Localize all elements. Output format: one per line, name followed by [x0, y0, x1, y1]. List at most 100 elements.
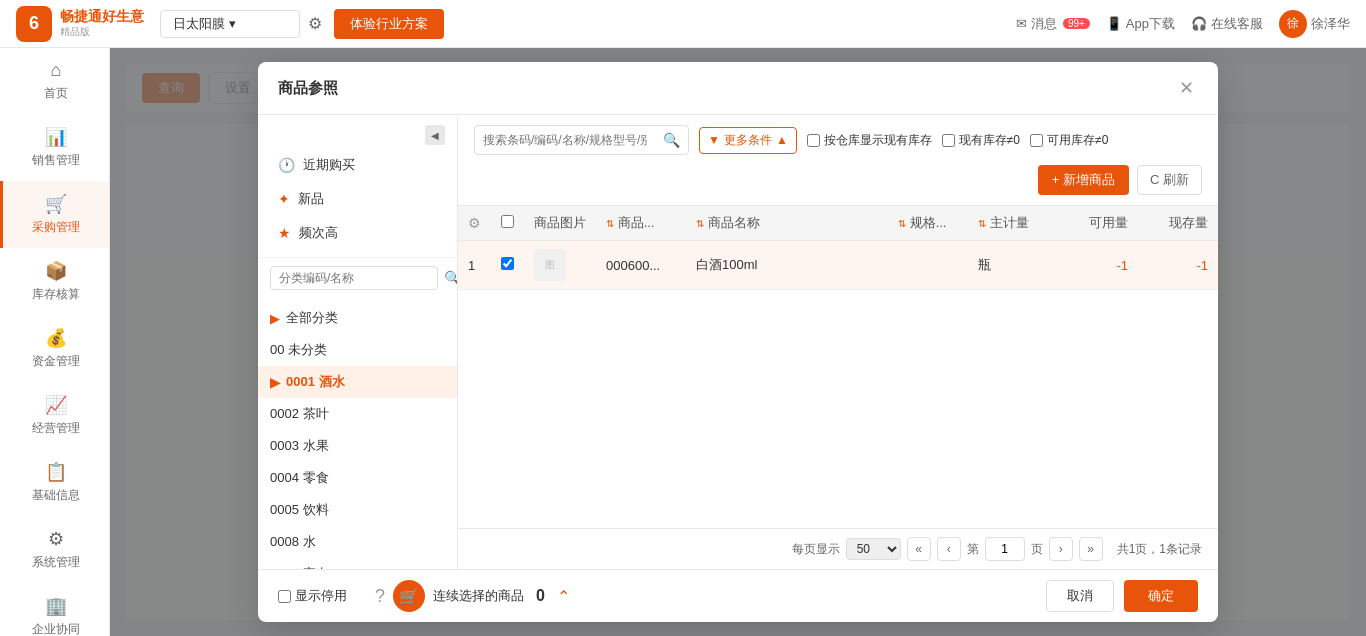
has-stock-checkbox[interactable]: [942, 134, 955, 147]
page-suffix: 页: [1031, 541, 1043, 558]
modal-title: 商品参照: [278, 79, 338, 98]
shopping-cart-icon: 🛒: [399, 587, 419, 606]
sidebar-item-basic[interactable]: 📋 基础信息: [0, 449, 109, 516]
product-search-box[interactable]: 🔍: [474, 125, 689, 155]
confirm-button[interactable]: 确定: [1124, 580, 1198, 612]
row-stock-cell: -1: [1138, 241, 1218, 290]
sidebar-item-purchase[interactable]: 🛒 采购管理: [0, 181, 109, 248]
row-check-cell[interactable]: [491, 241, 524, 290]
logo-area: 6 畅捷通好生意 精品版: [16, 6, 144, 42]
gear-icon[interactable]: ⚙: [308, 14, 322, 33]
help-icon[interactable]: ?: [375, 586, 385, 607]
mobile-icon: 📱: [1106, 16, 1122, 31]
cat-0004[interactable]: 0004 零食: [258, 462, 457, 494]
cart-icon-wrap[interactable]: 🛒: [393, 580, 425, 612]
modal-toolbar: 🔍 ▼ 更多条件 ▲ 按仓库显示现有库存: [458, 115, 1218, 206]
category-list: ▶ 全部分类 00 未分类 ▶ 0001 酒水 0002 茶: [258, 298, 457, 569]
quick-recent[interactable]: 🕐 近期购买: [270, 151, 445, 179]
row-spec-cell: [888, 241, 968, 290]
logo-sub: 精品版: [60, 25, 144, 39]
cat-00-label: 00 未分类: [270, 341, 327, 359]
sidebar-item-operation[interactable]: 📈 经营管理: [0, 382, 109, 449]
warehouse-checkbox[interactable]: [807, 134, 820, 147]
cancel-button[interactable]: 取消: [1046, 580, 1114, 612]
sort-name-icon: ⇅: [696, 218, 704, 229]
prev-page-button[interactable]: ‹: [937, 537, 961, 561]
col-gear: ⚙: [458, 206, 491, 241]
app-download-item[interactable]: 📱 App下载: [1106, 15, 1175, 33]
cat-00[interactable]: 00 未分类: [258, 334, 457, 366]
sidebar-item-system[interactable]: ⚙ 系统管理: [0, 516, 109, 583]
product-search-button[interactable]: 🔍: [655, 132, 688, 148]
refresh-button[interactable]: C 刷新: [1137, 165, 1202, 195]
sort-spec-icon: ⇅: [898, 218, 906, 229]
category-search-icon[interactable]: 🔍: [444, 270, 458, 286]
stock-value: -1: [1196, 258, 1208, 273]
product-search-input[interactable]: [475, 133, 655, 147]
cat-0002[interactable]: 0002 茶叶: [258, 398, 457, 430]
trial-button[interactable]: 体验行业方案: [334, 9, 444, 39]
cat-all[interactable]: ▶ 全部分类: [258, 302, 457, 334]
online-service-item[interactable]: 🎧 在线客服: [1191, 15, 1263, 33]
cat-0002-label: 0002 茶叶: [270, 405, 329, 423]
product-thumbnail: 图: [534, 249, 566, 281]
sidebar-label-inventory: 库存核算: [32, 286, 80, 303]
col-name-header[interactable]: ⇅ 商品名称: [686, 206, 888, 241]
checkbox-can-use[interactable]: 可用库存≠0: [1030, 132, 1108, 149]
col-unit-header[interactable]: ⇅ 主计量: [968, 206, 1048, 241]
sidebar-item-inventory[interactable]: 📦 库存核算: [0, 248, 109, 315]
table-row[interactable]: 1 图 000600...: [458, 241, 1218, 290]
quick-new[interactable]: ✦ 新品: [270, 185, 445, 213]
page-number-input[interactable]: [985, 537, 1025, 561]
user-avatar-item[interactable]: 徐 徐泽华: [1279, 10, 1350, 38]
filter-label: 更多条件: [724, 132, 772, 149]
nav-dropdown-label: 日太阳膜: [173, 15, 225, 33]
cat-0003-label: 0003 水果: [270, 437, 329, 455]
show-disabled-label[interactable]: 显示停用: [278, 587, 347, 605]
has-stock-label: 现有库存≠0: [959, 132, 1020, 149]
cart-count: 0: [536, 587, 545, 605]
col-stock-header: 现存量: [1138, 206, 1218, 241]
sidebar-item-enterprise[interactable]: 🏢 企业协同: [0, 583, 109, 636]
sidebar-item-home[interactable]: ⌂ 首页: [0, 48, 109, 114]
quick-frequent-label: 频次高: [299, 224, 338, 242]
quick-recent-label: 近期购买: [303, 156, 355, 174]
cat-0003[interactable]: 0003 水果: [258, 430, 457, 462]
next-page-button[interactable]: ›: [1049, 537, 1073, 561]
row-name-cell: 白酒100ml: [686, 241, 888, 290]
chevron-down-icon: ▾: [229, 16, 236, 31]
quick-frequent[interactable]: ★ 频次高: [270, 219, 445, 247]
add-product-button[interactable]: + 新增商品: [1038, 165, 1129, 195]
sidebar-item-sales[interactable]: 📊 销售管理: [0, 114, 109, 181]
cat-0010[interactable]: 0010 家电: [258, 558, 457, 569]
sort-unit-icon: ⇅: [978, 218, 986, 229]
cat-0005[interactable]: 0005 饮料: [258, 494, 457, 526]
avatar: 徐: [1279, 10, 1307, 38]
filter-button[interactable]: ▼ 更多条件 ▲: [699, 127, 797, 154]
checkbox-by-warehouse[interactable]: 按仓库显示现有库存: [807, 132, 932, 149]
row-checkbox[interactable]: [501, 257, 514, 270]
show-disabled-checkbox[interactable]: [278, 590, 291, 603]
select-all-checkbox[interactable]: [501, 215, 514, 228]
col-spec-header[interactable]: ⇅ 规格...: [888, 206, 968, 241]
nav-dropdown[interactable]: 日太阳膜 ▾: [160, 10, 300, 38]
sidebar-label-sales: 销售管理: [32, 152, 80, 169]
first-page-button[interactable]: «: [907, 537, 931, 561]
per-page-select[interactable]: 50 100 200: [846, 538, 901, 560]
modal-close-button[interactable]: ✕: [1174, 76, 1198, 100]
cart-collapse-button[interactable]: ⌃: [557, 587, 570, 606]
checkbox-has-stock[interactable]: 现有库存≠0: [942, 132, 1020, 149]
sidebar-item-finance[interactable]: 💰 资金管理: [0, 315, 109, 382]
table-gear-icon[interactable]: ⚙: [468, 215, 481, 231]
product-table: ⚙ 商品图片: [458, 206, 1218, 290]
can-use-checkbox[interactable]: [1030, 134, 1043, 147]
message-nav-item[interactable]: ✉ 消息 99+: [1016, 15, 1090, 33]
collapse-button[interactable]: ◀: [425, 125, 445, 145]
cat-0001[interactable]: ▶ 0001 酒水: [258, 366, 457, 398]
last-page-button[interactable]: »: [1079, 537, 1103, 561]
category-search-input[interactable]: [270, 266, 438, 290]
arrow-icon: ▶: [270, 311, 280, 326]
message-icon: ✉: [1016, 16, 1027, 31]
col-code-header[interactable]: ⇅ 商品...: [596, 206, 686, 241]
cat-0008[interactable]: 0008 水: [258, 526, 457, 558]
